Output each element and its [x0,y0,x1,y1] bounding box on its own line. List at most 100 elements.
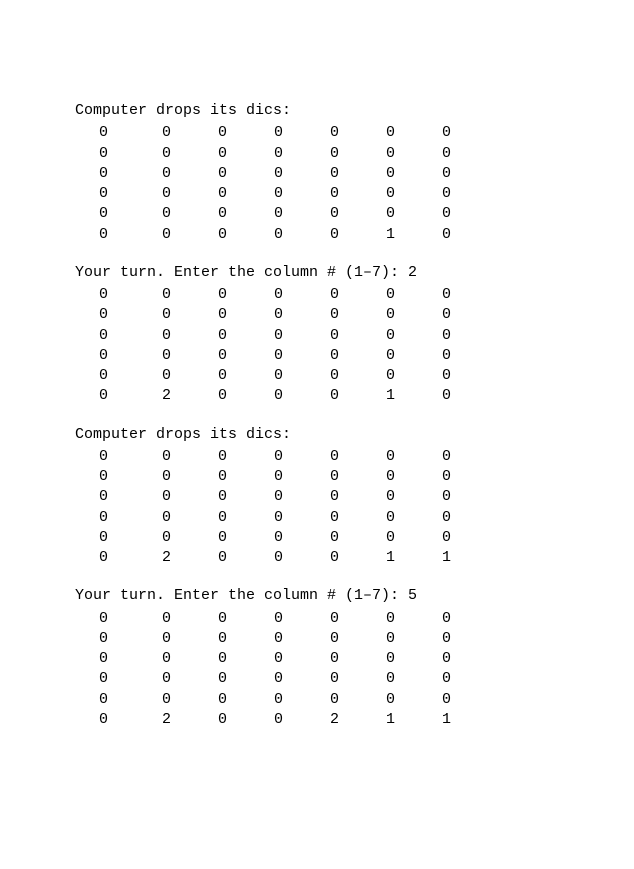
grid-cell: 0 [115,346,171,366]
grid-cell: 0 [115,690,171,710]
grid-cell: 0 [171,710,227,730]
grid-row: 0000000 [75,649,634,669]
grid-cell: 0 [99,225,115,245]
grid-cell: 0 [395,467,451,487]
grid-cell: 0 [115,487,171,507]
grid-cell: 0 [339,487,395,507]
grid-row: 0000000 [75,690,634,710]
block-heading: Your turn. Enter the column # (1–7): 5 [75,586,634,606]
grid-cell: 0 [171,487,227,507]
grid-cell: 0 [283,508,339,528]
grid-cell: 0 [339,184,395,204]
grid-cell: 0 [339,366,395,386]
grid-cell: 0 [115,326,171,346]
grid-cell: 0 [339,528,395,548]
grid-cell: 0 [171,508,227,528]
grid-cell: 0 [171,447,227,467]
grid-cell: 1 [339,386,395,406]
grid-cell: 0 [339,123,395,143]
grid-cell: 0 [227,548,283,568]
grid-cell: 2 [115,710,171,730]
grid-cell: 0 [283,305,339,325]
grid-cell: 0 [171,690,227,710]
grid-cell: 0 [395,508,451,528]
grid-cell: 2 [115,548,171,568]
grid-cell: 0 [339,204,395,224]
grid-row: 0000000 [75,285,634,305]
grid-cell: 0 [99,669,115,689]
grid-cell: 0 [339,346,395,366]
grid-cell: 0 [171,164,227,184]
grid-cell: 0 [227,204,283,224]
grid-cell: 0 [227,487,283,507]
grid-cell: 0 [395,528,451,548]
grid-row: 0000000 [75,629,634,649]
grid-cell: 0 [99,123,115,143]
grid-cell: 0 [171,609,227,629]
grid-cell: 0 [227,346,283,366]
grid-cell: 0 [99,690,115,710]
grid-cell: 0 [395,204,451,224]
game-block: Your turn. Enter the column # (1–7): 500… [75,586,634,730]
grid-cell: 0 [115,629,171,649]
grid-cell: 0 [227,710,283,730]
grid-cell: 0 [99,184,115,204]
block-heading: Your turn. Enter the column # (1–7): 2 [75,263,634,283]
grid-cell: 0 [171,326,227,346]
grid-cell: 0 [339,164,395,184]
grid-cell: 0 [171,629,227,649]
grid-cell: 0 [115,164,171,184]
grid-cell: 0 [99,386,115,406]
grid-cell: 0 [395,326,451,346]
grid-cell: 0 [115,225,171,245]
grid-cell: 0 [99,467,115,487]
grid-cell: 0 [395,144,451,164]
grid-cell: 1 [339,710,395,730]
grid-cell: 0 [115,305,171,325]
grid-row: 0000000 [75,609,634,629]
game-block: Computer drops its dics:0000000000000000… [75,101,634,245]
grid-cell: 0 [283,144,339,164]
grid-cell: 0 [227,690,283,710]
grid-cell: 0 [99,326,115,346]
grid-cell: 0 [283,164,339,184]
grid-cell: 0 [99,346,115,366]
grid-cell: 0 [395,366,451,386]
grid-cell: 0 [395,629,451,649]
grid-cell: 0 [227,305,283,325]
grid-row: 0000000 [75,144,634,164]
grid-cell: 0 [283,447,339,467]
grid-cell: 0 [339,467,395,487]
grid-cell: 0 [171,225,227,245]
grid-cell: 0 [339,669,395,689]
grid-cell: 0 [339,629,395,649]
grid-cell: 0 [227,225,283,245]
grid-cell: 0 [339,285,395,305]
grid-cell: 0 [115,609,171,629]
grid-cell: 1 [339,225,395,245]
block-heading: Computer drops its dics: [75,101,634,121]
grid-cell: 0 [339,690,395,710]
grid-row: 0000000 [75,669,634,689]
grid-row: 0200211 [75,710,634,730]
grid-cell: 0 [339,508,395,528]
grid-cell: 0 [339,326,395,346]
grid-cell: 0 [227,386,283,406]
grid-cell: 0 [171,386,227,406]
grid-cell: 0 [171,285,227,305]
grid-cell: 0 [283,225,339,245]
grid-cell: 0 [99,649,115,669]
grid-cell: 2 [115,386,171,406]
grid-cell: 0 [395,487,451,507]
grid-cell: 0 [395,386,451,406]
grid-row: 0000000 [75,366,634,386]
grid-cell: 0 [99,285,115,305]
grid-cell: 0 [171,669,227,689]
grid-cell: 0 [227,629,283,649]
grid-cell: 0 [227,669,283,689]
block-heading: Computer drops its dics: [75,425,634,445]
grid-cell: 0 [395,609,451,629]
grid-cell: 0 [115,285,171,305]
grid-cell: 0 [283,467,339,487]
grid-cell: 0 [171,649,227,669]
